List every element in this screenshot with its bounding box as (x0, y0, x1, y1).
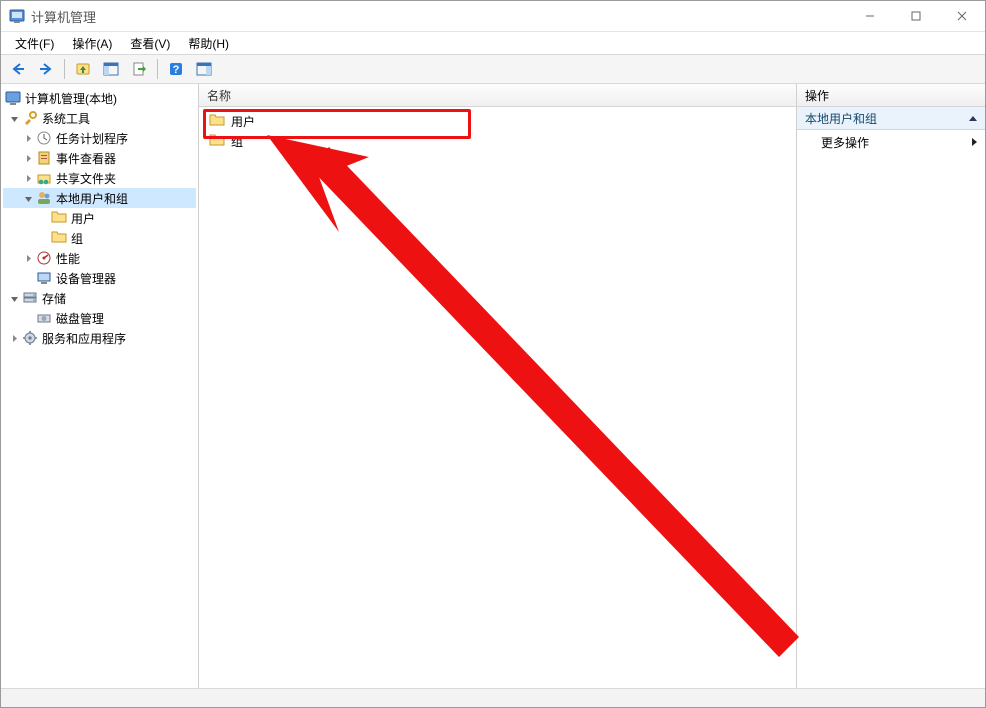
tree-local-users-groups[interactable]: 本地用户和组 (3, 188, 196, 208)
list-body: 用户 组 (199, 107, 796, 688)
tree-label: 设备管理器 (56, 270, 116, 287)
red-arrow-annotation (259, 127, 819, 687)
actions-more[interactable]: 更多操作 (797, 130, 985, 154)
help-button[interactable]: ? (163, 56, 189, 82)
list-column-header[interactable]: 名称 (199, 84, 796, 107)
list-item-users[interactable]: 用户 (205, 111, 790, 131)
collapse-icon[interactable] (21, 191, 35, 205)
menubar: 文件(F) 操作(A) 查看(V) 帮助(H) (1, 31, 985, 54)
tools-icon (22, 110, 38, 126)
tree-label: 性能 (56, 250, 80, 267)
minimize-button[interactable] (847, 1, 893, 31)
window-title: 计算机管理 (31, 7, 96, 26)
export-button[interactable] (126, 56, 152, 82)
tree-device-manager[interactable]: · 设备管理器 (3, 268, 196, 288)
list-item-label: 组 (231, 133, 243, 150)
tree-system-tools[interactable]: 系统工具 (3, 108, 196, 128)
disk-icon (36, 310, 52, 326)
show-hide-action-button[interactable] (191, 56, 217, 82)
chevron-right-icon (972, 138, 977, 146)
tree-label: 服务和应用程序 (42, 330, 126, 347)
tree-label: 系统工具 (42, 110, 90, 127)
tree-task-scheduler[interactable]: 任务计划程序 (3, 128, 196, 148)
column-name: 名称 (207, 87, 231, 104)
shared-folder-icon (36, 170, 52, 186)
services-icon (22, 330, 38, 346)
window: 计算机管理 文件(F) 操作(A) 查看(V) 帮助(H) ? (0, 0, 986, 708)
statusbar (1, 688, 985, 707)
tree-root[interactable]: 计算机管理(本地) (3, 88, 196, 108)
expand-icon[interactable] (21, 131, 35, 145)
folder-icon (51, 230, 67, 246)
tree-label: 任务计划程序 (56, 130, 128, 147)
tree-label: 存储 (42, 290, 66, 307)
expand-icon[interactable] (7, 331, 21, 345)
collapse-icon (969, 116, 977, 121)
tree-performance[interactable]: 性能 (3, 248, 196, 268)
tree-disk-management[interactable]: · 磁盘管理 (3, 308, 196, 328)
menu-action[interactable]: 操作(A) (64, 33, 120, 54)
expand-icon[interactable] (21, 171, 35, 185)
tree-groups[interactable]: 组 (3, 228, 196, 248)
tree-storage[interactable]: 存储 (3, 288, 196, 308)
event-icon (36, 150, 52, 166)
tree-shared-folders[interactable]: 共享文件夹 (3, 168, 196, 188)
list-item-label: 用户 (231, 113, 255, 130)
tree-label: 磁盘管理 (56, 310, 104, 327)
clock-icon (36, 130, 52, 146)
actions-group-header[interactable]: 本地用户和组 (797, 107, 985, 130)
storage-icon (22, 290, 38, 306)
toolbar: ? (1, 54, 985, 84)
list-item-groups[interactable]: 组 (205, 131, 790, 151)
tree-users[interactable]: 用户 (3, 208, 196, 228)
menu-view[interactable]: 查看(V) (122, 33, 178, 54)
tree-label: 用户 (71, 210, 95, 227)
actions-more-label: 更多操作 (821, 134, 869, 151)
maximize-button[interactable] (893, 1, 939, 31)
menu-help[interactable]: 帮助(H) (180, 33, 237, 54)
users-groups-icon (36, 190, 52, 206)
menu-file[interactable]: 文件(F) (7, 33, 62, 54)
tree-label: 事件查看器 (56, 150, 116, 167)
tree-label: 计算机管理(本地) (25, 90, 117, 107)
expand-icon[interactable] (21, 151, 35, 165)
forward-button[interactable] (33, 56, 59, 82)
toolbar-separator (157, 59, 158, 79)
back-button[interactable] (5, 56, 31, 82)
show-hide-tree-button[interactable] (98, 56, 124, 82)
actions-pane: 操作 本地用户和组 更多操作 (797, 84, 985, 688)
folder-icon (209, 133, 225, 149)
up-button[interactable] (70, 56, 96, 82)
expand-icon[interactable] (21, 251, 35, 265)
actions-header: 操作 (797, 84, 985, 107)
computer-mgmt-icon (5, 90, 21, 106)
app-icon (9, 8, 25, 24)
tree-event-viewer[interactable]: 事件查看器 (3, 148, 196, 168)
main-area: 计算机管理(本地) 系统工具 (1, 84, 985, 688)
close-button[interactable] (939, 1, 985, 31)
device-icon (36, 270, 52, 286)
collapse-icon[interactable] (7, 291, 21, 305)
list-pane: 名称 用户 组 (199, 84, 797, 688)
svg-text:?: ? (173, 64, 180, 76)
tree-label: 组 (71, 230, 83, 247)
folder-icon (209, 113, 225, 129)
tree-pane: 计算机管理(本地) 系统工具 (1, 84, 199, 688)
collapse-icon[interactable] (7, 111, 21, 125)
tree-label: 本地用户和组 (56, 190, 128, 207)
performance-icon (36, 250, 52, 266)
tree-services-apps[interactable]: 服务和应用程序 (3, 328, 196, 348)
toolbar-separator (64, 59, 65, 79)
titlebar: 计算机管理 (1, 1, 985, 31)
actions-group-label: 本地用户和组 (805, 110, 877, 127)
folder-icon (51, 210, 67, 226)
tree-label: 共享文件夹 (56, 170, 116, 187)
